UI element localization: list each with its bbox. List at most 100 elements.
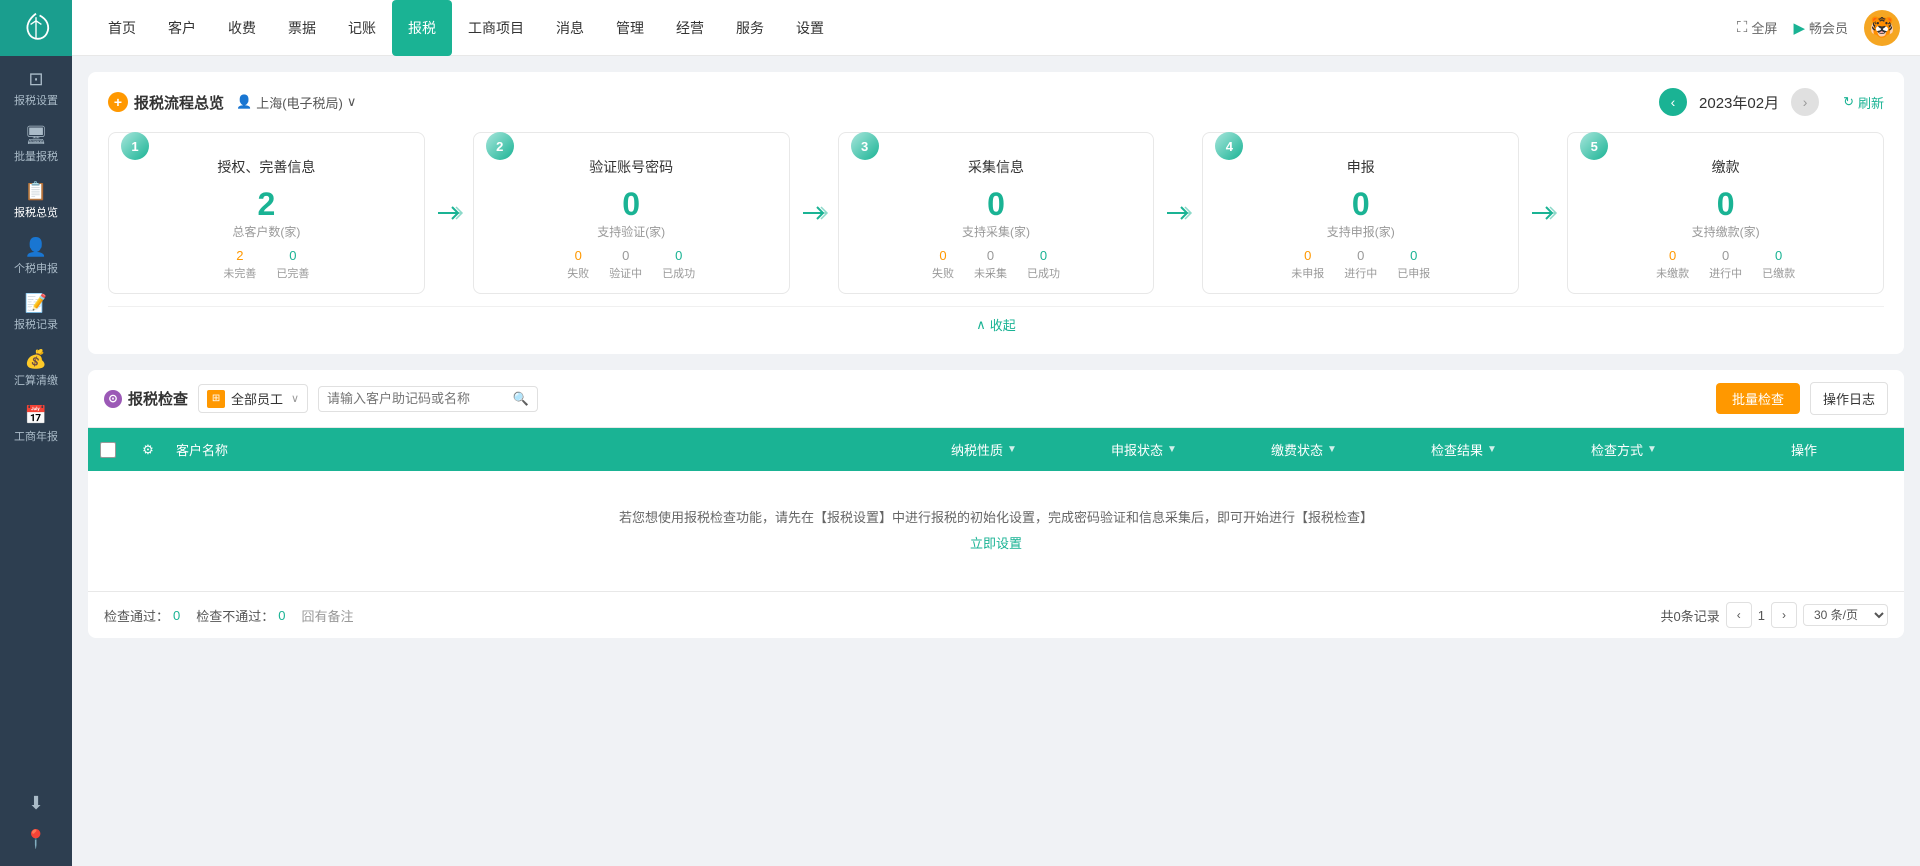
filter-icon-result[interactable]: ▼ [1487, 444, 1497, 455]
next-page-btn[interactable]: › [1771, 602, 1797, 628]
step-4-stat-0: 0 未申报 [1291, 248, 1324, 281]
batch-tax-icon: 🖥 [25, 126, 48, 144]
refresh-icon: ↻ [1843, 94, 1854, 110]
batch-check-button[interactable]: 批量检查 [1716, 383, 1800, 414]
total-count: 共0条记录 [1661, 606, 1720, 625]
step-1-stat-1-label: 已完善 [276, 265, 309, 281]
step-4-card: 4 申报 0 支持申报(家) 0 未申报 0 进行中 [1202, 132, 1519, 294]
fullscreen-btn[interactable]: ⛶ 全屏 [1737, 18, 1778, 37]
nav-accounting[interactable]: 记账 [332, 0, 392, 56]
step-2-card: 2 验证账号密码 0 支持验证(家) 0 失败 0 验证中 [473, 132, 790, 294]
step-3-sub: 支持采集(家) [855, 223, 1138, 240]
collapse-bar[interactable]: ∧ 收起 [108, 306, 1884, 338]
table-col-checkbox[interactable] [88, 428, 128, 471]
step-1-num: 1 [121, 132, 149, 160]
nav-customers[interactable]: 客户 [152, 0, 212, 56]
employee-icon: ⊞ [207, 390, 225, 408]
overview-plus-icon: + [108, 92, 128, 112]
nav-fees[interactable]: 收费 [212, 0, 272, 56]
collapse-chevron-icon: ∧ [976, 317, 986, 333]
prev-month-btn[interactable]: ‹ [1659, 88, 1687, 116]
search-input[interactable] [327, 391, 507, 406]
employee-select[interactable]: ⊞ 全部员工 ∨ [198, 384, 308, 413]
operation-log-button[interactable]: 操作日志 [1810, 382, 1888, 415]
overview-card: + 报税流程总览 👤 上海(电子税局) ∨ ‹ 2023年02月 › ↻ 刷新 [88, 72, 1904, 354]
step-5-count: 0 [1584, 185, 1867, 223]
step-5-title: 缴款 [1584, 157, 1867, 177]
steps-row: 1 授权、完善信息 2 总客户数(家) 2 未完善 0 已完善 [108, 132, 1884, 294]
pass-count-link[interactable]: 0 [173, 608, 180, 623]
nav-invoices[interactable]: 票据 [272, 0, 332, 56]
step-4-stat-2: 0 已申报 [1397, 248, 1430, 281]
step-5-card: 5 缴款 0 支持缴款(家) 0 未缴款 0 进行中 [1567, 132, 1884, 294]
filter-icon-tax-type[interactable]: ▼ [1007, 444, 1017, 455]
sidebar-item-tax-overview[interactable]: 📋 报税总览 [0, 172, 72, 228]
table-col-settings[interactable]: ⚙ [128, 428, 168, 471]
step-2-stat-0: 0 失败 [567, 248, 589, 281]
nav-messages[interactable]: 消息 [540, 0, 600, 56]
step-3-count: 0 [855, 185, 1138, 223]
fail-count-link[interactable]: 0 [278, 608, 285, 623]
sidebar-item-batch-tax[interactable]: 🖥 批量报税 [0, 116, 72, 172]
filter-icon-fee[interactable]: ▼ [1327, 444, 1337, 455]
settlement-icon: 💰 [25, 350, 47, 368]
sidebar-item-settlement[interactable]: 💰 汇算清缴 [0, 340, 72, 396]
fullscreen-icon: ⛶ [1737, 19, 1748, 36]
location-tag[interactable]: 👤 上海(电子税局) ∨ [236, 93, 356, 112]
step-2-stat-2: 0 已成功 [662, 248, 695, 281]
nav-management[interactable]: 管理 [600, 0, 660, 56]
table-col-customer-name: 客户名称 [168, 428, 904, 471]
pagination: 共0条记录 ‹ 1 › 30 条/页 50 条/页 100 条/页 [1661, 602, 1888, 628]
nav-operations[interactable]: 经营 [660, 0, 720, 56]
step-1-stats: 2 未完善 0 已完善 [125, 248, 408, 281]
step-3-stat-0: 0 失败 [932, 248, 954, 281]
vip-btn[interactable]: ▶ 畅会员 [1793, 18, 1848, 37]
nav-settings[interactable]: 设置 [780, 0, 840, 56]
nav-home[interactable]: 首页 [92, 0, 152, 56]
sidebar-item-location[interactable]: 📍 [0, 820, 72, 856]
tax-records-icon: 📝 [25, 294, 47, 312]
search-icon[interactable]: 🔍 [513, 391, 529, 407]
check-title-icon: ⊙ [104, 390, 122, 408]
arrow-4-5 [1527, 132, 1567, 294]
step-2-stats: 0 失败 0 验证中 0 已成功 [490, 248, 773, 281]
sidebar: ⊡ 报税设置 🖥 批量报税 📋 报税总览 👤 个税申报 📝 报税记录 💰 汇算清… [0, 0, 72, 866]
sidebar-item-tax-records[interactable]: 📝 报税记录 [0, 284, 72, 340]
step-3-stat-2: 0 已成功 [1027, 248, 1060, 281]
page-size-select[interactable]: 30 条/页 50 条/页 100 条/页 [1803, 604, 1888, 626]
filter-icon-method[interactable]: ▼ [1647, 444, 1657, 455]
annual-report-icon: 📅 [25, 406, 47, 424]
step-4-stats: 0 未申报 0 进行中 0 已申报 [1219, 248, 1502, 281]
table-footer: 检查通过： 0 检查不通过： 0 囧有备注 共0条记录 ‹ 1 › 30 条/页… [88, 591, 1904, 638]
nav-business[interactable]: 工商项目 [452, 0, 540, 56]
arrow-1-2 [433, 132, 473, 294]
empty-message: 若您想使用报税检查功能，请先在【报税设置】中进行报税的初始化设置，完成密码验证和… [619, 505, 1373, 531]
tax-overview-icon: 📋 [25, 182, 47, 200]
step-2-stat-1: 0 验证中 [609, 248, 642, 281]
logo[interactable] [0, 0, 72, 56]
filter-icon-declare[interactable]: ▼ [1167, 444, 1177, 455]
avatar[interactable]: 🐯 [1864, 10, 1900, 46]
step-3-stats: 0 失败 0 未采集 0 已成功 [855, 248, 1138, 281]
sidebar-item-annual-report[interactable]: 📅 工商年报 [0, 396, 72, 452]
step-4-stat-1: 0 进行中 [1344, 248, 1377, 281]
check-title: ⊙ 报税检查 [104, 388, 188, 409]
table-col-operation: 操作 [1704, 428, 1904, 471]
arrow-2-3 [798, 132, 838, 294]
step-1-stat-1: 0 已完善 [276, 248, 309, 281]
sidebar-item-personal-tax[interactable]: 👤 个税申报 [0, 228, 72, 284]
nav-tax[interactable]: 报税 [392, 0, 452, 56]
refresh-btn[interactable]: ↻ 刷新 [1843, 93, 1884, 112]
step-3-title: 采集信息 [855, 157, 1138, 177]
step-1-stat-1-num: 0 [289, 248, 296, 263]
step-1-title: 授权、完善信息 [125, 157, 408, 177]
next-month-btn[interactable]: › [1791, 88, 1819, 116]
setup-link[interactable]: 立即设置 [970, 531, 1022, 557]
sidebar-item-tax-settings[interactable]: ⊡ 报税设置 [0, 60, 72, 116]
prev-page-btn[interactable]: ‹ [1726, 602, 1752, 628]
header-checkbox[interactable] [100, 442, 116, 458]
nav-services[interactable]: 服务 [720, 0, 780, 56]
month-display: 2023年02月 [1699, 92, 1779, 113]
sidebar-item-download[interactable]: ⬇ [0, 784, 72, 820]
current-page: 1 [1758, 608, 1765, 623]
